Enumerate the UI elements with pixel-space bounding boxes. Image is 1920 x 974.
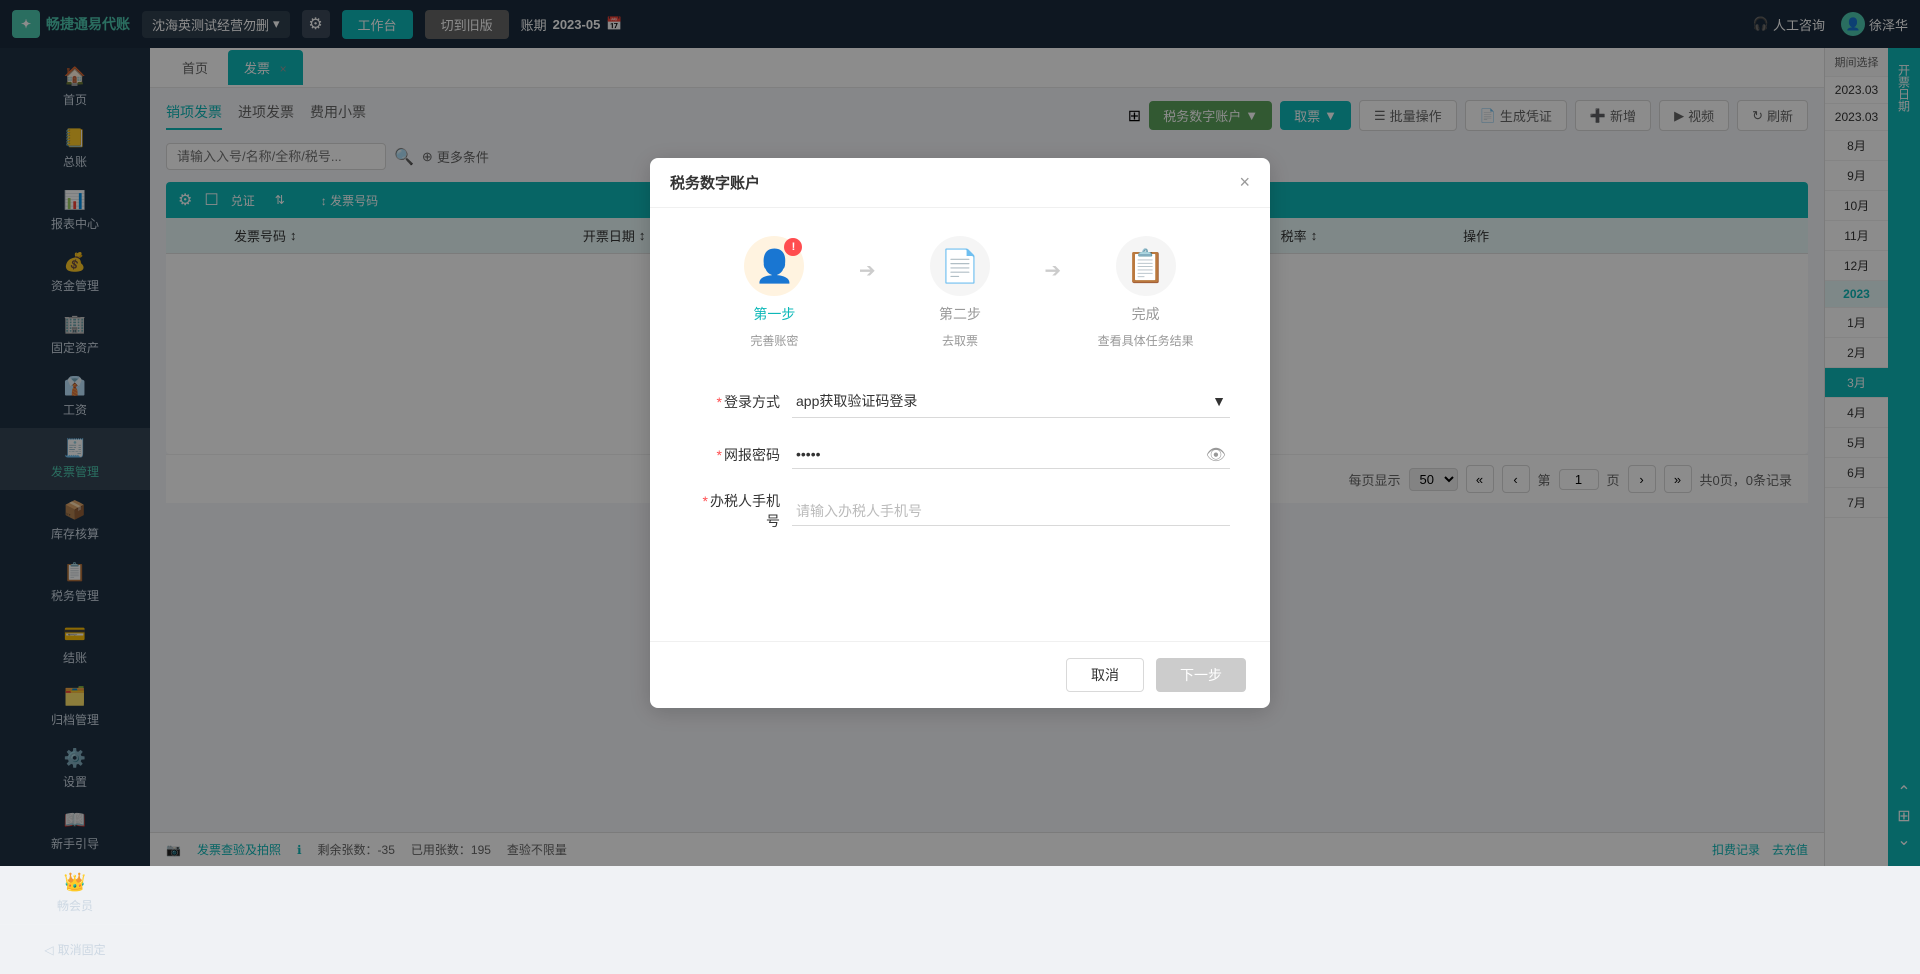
step-2-desc: 去取票	[942, 332, 978, 349]
step-1: 👤 ! 第一步 完善账密	[690, 236, 859, 349]
form-spacer	[690, 553, 1230, 613]
step-2-label: 第二步	[939, 304, 981, 324]
step-1-label: 第一步	[753, 304, 795, 324]
step-3-check-icon: 📋	[1126, 247, 1166, 285]
modal-close-btn[interactable]: ×	[1239, 172, 1250, 193]
step-3-desc: 查看具体任务结果	[1098, 332, 1194, 349]
modal-footer: 取消 下一步	[650, 641, 1270, 708]
modal-overlay: 税务数字账户 × 👤 ! 第一步 完善账密 ➔	[0, 0, 1920, 866]
sidebar-item-member[interactable]: 👑 畅会员	[0, 862, 150, 924]
password-eye-icon[interactable]: 👁	[1206, 445, 1226, 465]
form-field-password: *网报密码 👁	[690, 440, 1230, 469]
step-3-icon-wrap: 📋	[1116, 236, 1176, 296]
step-2-icon-wrap: 📄	[930, 236, 990, 296]
phone-input-wrap	[792, 497, 1230, 526]
password-input[interactable]	[792, 440, 1230, 469]
cancel-fixed-btn[interactable]: ◁ 取消固定	[0, 933, 150, 966]
step-3-label: 完成	[1132, 304, 1160, 324]
modal-tax-digital: 税务数字账户 × 👤 ! 第一步 完善账密 ➔	[650, 158, 1270, 708]
sidebar-bottom: ◁ 取消固定	[0, 924, 150, 974]
member-icon: 👑	[64, 872, 86, 893]
cancel-button[interactable]: 取消	[1066, 658, 1144, 692]
step-2: 📄 第二步 去取票	[876, 236, 1045, 349]
step-2-doc-icon: 📄	[940, 247, 980, 285]
phone-input[interactable]	[792, 497, 1230, 526]
phone-label: *办税人手机号	[690, 491, 780, 531]
arrow-2: ➔	[1044, 258, 1061, 283]
sidebar-label-member: 畅会员	[57, 897, 93, 914]
modal-title: 税务数字账户	[670, 172, 760, 193]
modal-header: 税务数字账户 ×	[650, 158, 1270, 208]
form-field-login-method: *登录方式 app获取验证码登录 ▼	[690, 385, 1230, 418]
login-method-select[interactable]: app获取验证码登录 ▼	[792, 385, 1230, 418]
step-1-error-badge: !	[784, 238, 802, 256]
login-method-label: *登录方式	[690, 392, 780, 412]
login-method-input-wrap: app获取验证码登录 ▼	[792, 385, 1230, 418]
step-1-icon-wrap: 👤 !	[744, 236, 804, 296]
form-field-phone: *办税人手机号	[690, 491, 1230, 531]
step-1-desc: 完善账密	[750, 332, 798, 349]
steps-indicator: 👤 ! 第一步 完善账密 ➔ 📄 第二步 去取票 ➔	[690, 236, 1230, 349]
step-3: 📋 完成 查看具体任务结果	[1061, 236, 1230, 349]
pin-icon: ◁	[44, 943, 53, 957]
password-label: *网报密码	[690, 445, 780, 465]
login-method-dropdown-icon: ▼	[1212, 393, 1226, 409]
next-button[interactable]: 下一步	[1156, 658, 1246, 692]
login-method-value: app获取验证码登录	[796, 391, 917, 411]
modal-body: 👤 ! 第一步 完善账密 ➔ 📄 第二步 去取票 ➔	[650, 208, 1270, 641]
password-input-wrap: 👁	[792, 440, 1230, 469]
arrow-1: ➔	[859, 258, 876, 283]
